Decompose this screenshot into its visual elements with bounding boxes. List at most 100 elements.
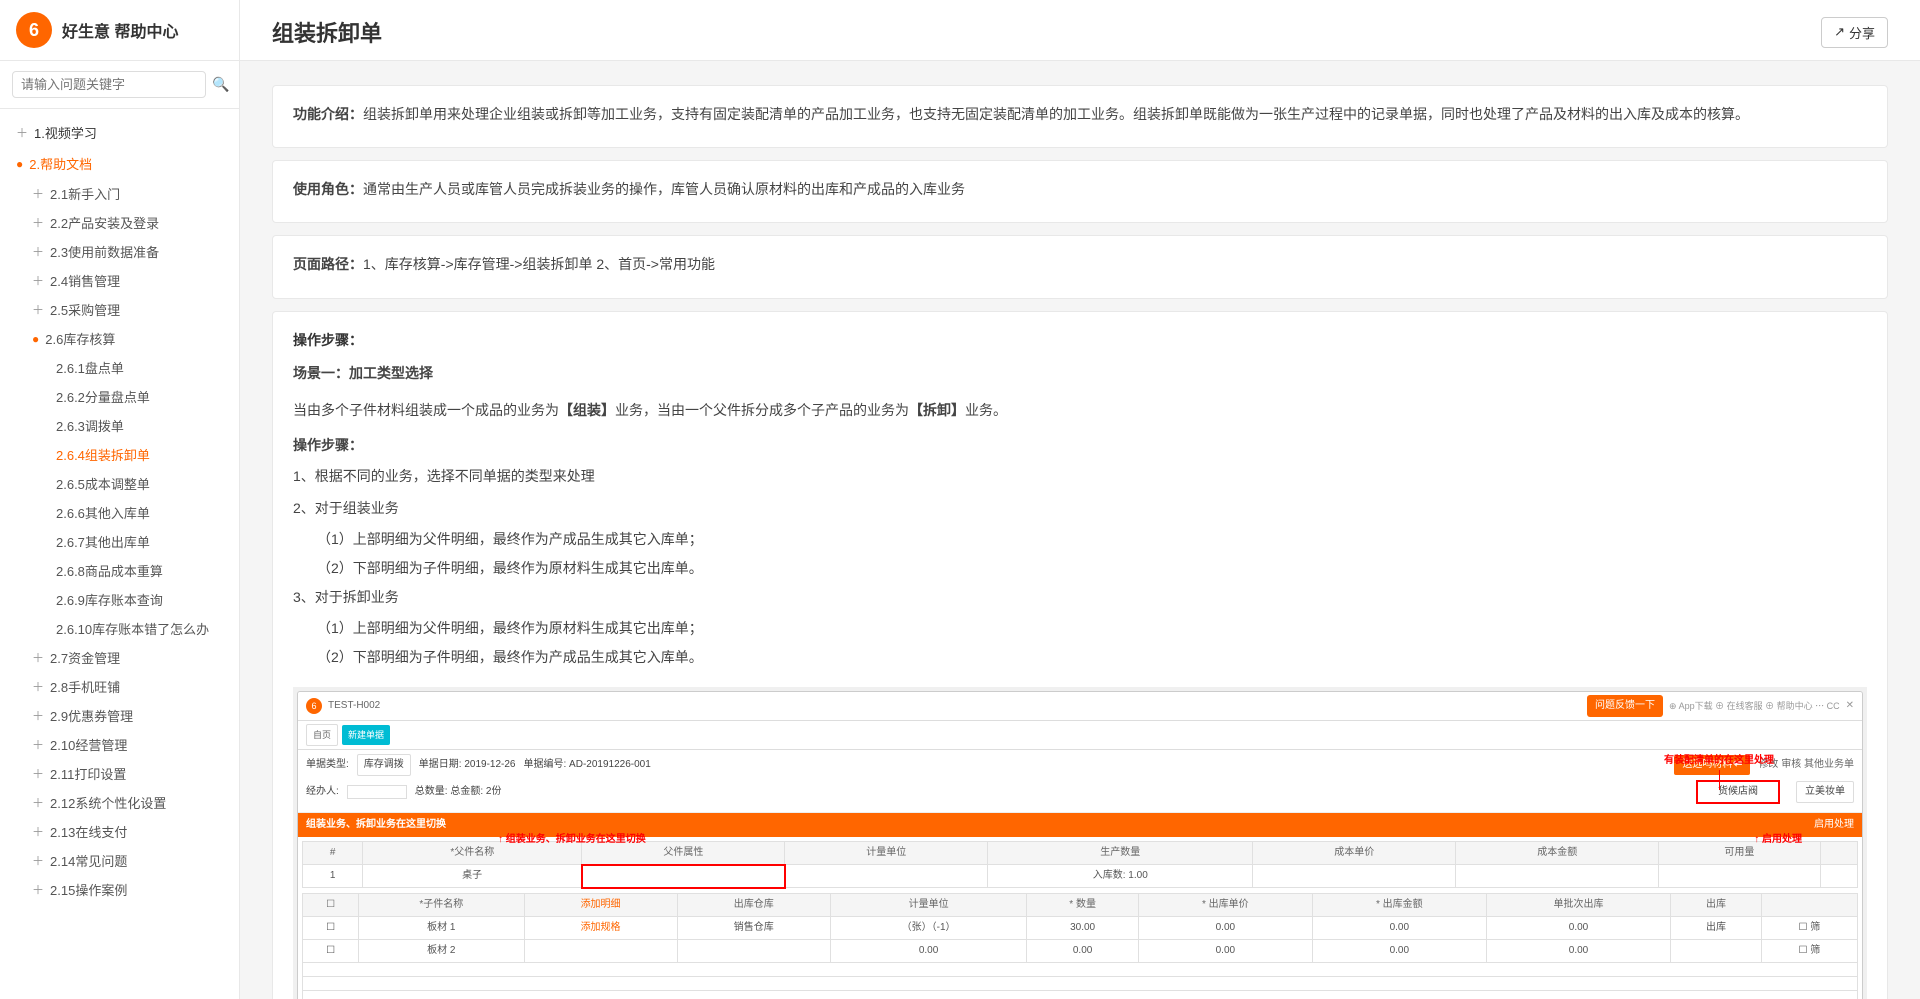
mini-test-id: TEST-H002 <box>328 697 380 715</box>
path-text: 1、库存核算->库存管理->组装拆卸单 2、首页->常用功能 <box>363 256 715 272</box>
expand-icon-24: ＋ <box>32 272 44 289</box>
td2-1-batch: 0.00 <box>1486 916 1670 939</box>
mini-lower-table: ☐ *子件名称 添加明细 出库仓库 计量单位 * 数量 * 出库单价 * 出库金… <box>302 893 1858 999</box>
nav-item-26[interactable]: ● 2.6库存核算 <box>24 324 239 353</box>
mini-switch-label: 组装业务、拆卸业务在这里切换 <box>306 816 446 834</box>
nav-item-22[interactable]: ＋ 2.2产品安装及登录 <box>24 208 239 237</box>
nav-item-210[interactable]: ＋ 2.10经营管理 <box>24 730 239 759</box>
nav-item-29[interactable]: ＋ 2.9优惠券管理 <box>24 701 239 730</box>
td2-1-warehouse: 销售仓库 <box>677 916 830 939</box>
expand-icon-27: ＋ <box>32 649 44 666</box>
td2-1-action: ☐ 筛 <box>1761 916 1857 939</box>
mini-tab-home[interactable]: 自页 <box>306 724 338 746</box>
step3-sub1: （1）上部明细为父件明细，最终作为原材料生成其它出库单； <box>317 616 1867 641</box>
nav-item-215[interactable]: ＋ 2.15操作案例 <box>24 875 239 904</box>
td2-2-goods: 板材 2 <box>359 939 524 962</box>
nav-sub-26: 2.6.1盘点单 2.6.2分量盘点单 2.6.3调拨单 2.6.4组装拆卸单 … <box>24 353 239 643</box>
main-content: 组装拆卸单 ↗ 分享 功能介绍：组装拆卸单用来处理企业组装或拆卸等加工业务，支持… <box>240 0 1920 999</box>
share-button[interactable]: ↗ 分享 <box>1821 17 1888 48</box>
nav-label-27: 2.7资金管理 <box>50 648 120 667</box>
search-input[interactable] <box>12 71 206 98</box>
collapse-icon-26: ● <box>32 332 39 346</box>
nav-item-263[interactable]: 2.6.3调拨单 <box>48 411 239 440</box>
td2-5-empty <box>303 990 1858 999</box>
nav-item-268[interactable]: 2.6.8商品成本重算 <box>48 556 239 585</box>
mini-type-value[interactable]: 库存调拨 <box>357 754 411 776</box>
td2-2-ops <box>1671 939 1762 962</box>
mini-field-date: 单据日期: 2019-12-26 <box>419 756 516 774</box>
nav-item-265[interactable]: 2.6.5成本调整单 <box>48 469 239 498</box>
nav-label-video: 1.视频学习 <box>34 123 97 142</box>
th2-sku: 添加明细 <box>524 893 677 916</box>
nav-label-2610: 2.6.10库存账本错了怎么办 <box>56 619 209 638</box>
nav-label-21: 2.1新手入门 <box>50 184 120 203</box>
td-avail <box>1659 865 1821 888</box>
nav-item-267[interactable]: 2.6.7其他出库单 <box>48 527 239 556</box>
td2-1-unit-cost: 0.00 <box>1312 916 1486 939</box>
nav-item-25[interactable]: ＋ 2.5采购管理 <box>24 295 239 324</box>
mini-btn-confirm[interactable]: 立美妆单 <box>1796 781 1854 803</box>
nav-item-28[interactable]: ＋ 2.8手机旺铺 <box>24 672 239 701</box>
nav-sub-docs: ＋ 2.1新手入门 ＋ 2.2产品安装及登录 ＋ 2.3使用前数据准备 ＋ 2.… <box>0 179 239 904</box>
nav-item-video[interactable]: ＋ 1.视频学习 <box>0 117 239 148</box>
nav-label-29: 2.9优惠券管理 <box>50 706 133 725</box>
table-row: 1 桌子 入库数: 1.00 <box>303 865 1858 888</box>
nav-item-214[interactable]: ＋ 2.14常见问题 <box>24 846 239 875</box>
nav-item-2610[interactable]: 2.6.10库存账本错了怎么办 <box>48 614 239 643</box>
expand-icon-28: ＋ <box>32 678 44 695</box>
screenshot-container: 6 TEST-H002 问题反馈一下 ⊕ App下载 ⊕ 在线客服 ⊕ 帮助中心… <box>293 687 1867 999</box>
nav-item-261[interactable]: 2.6.1盘点单 <box>48 353 239 382</box>
feature-intro-label: 功能介绍： <box>293 106 363 122</box>
mini-close-icon: ✕ <box>1846 697 1854 715</box>
annotation-enable: ↑ 启用处理 <box>1754 831 1802 849</box>
feature-intro-card: 功能介绍：组装拆卸单用来处理企业组装或拆卸等加工业务，支持有固定装配清单的产品加… <box>272 85 1888 148</box>
nav-item-23[interactable]: ＋ 2.3使用前数据准备 <box>24 237 239 266</box>
nav-item-269[interactable]: 2.6.9库存账本查询 <box>48 585 239 614</box>
annotation-switch: ↑ 组装业务、拆卸业务在这里切换 <box>498 831 646 849</box>
expand-icon: ＋ <box>16 124 28 141</box>
nav-item-264[interactable]: 2.6.4组装拆卸单 <box>48 440 239 469</box>
td-goods: 桌子 <box>363 865 582 888</box>
mini-field-type: 单据类型: <box>306 756 349 774</box>
mini-worker-input[interactable] <box>347 785 407 799</box>
td2-1-ops: 出库 <box>1671 916 1762 939</box>
mini-tab-new[interactable]: 新建单据 <box>342 725 390 745</box>
mini-icons: ⊕ App下载 ⊕ 在线客服 ⊕ 帮助中心 ⋯ CC <box>1669 698 1840 714</box>
expand-icon-212: ＋ <box>32 794 44 811</box>
th-num: # <box>303 841 363 865</box>
step2: 2、对于组装业务 <box>293 496 1867 521</box>
ops-steps-sublabel: 操作步骤： <box>293 433 1867 458</box>
search-button[interactable]: 🔍 <box>212 76 229 93</box>
ops-card: 操作步骤： 场景一：加工类型选择 当由多个子件材料组装成一个成品的业务为【组装】… <box>272 311 1888 999</box>
nav-item-211[interactable]: ＋ 2.11打印设置 <box>24 759 239 788</box>
nav-item-docs[interactable]: ● 2.帮助文档 <box>0 148 239 179</box>
nav-item-212[interactable]: ＋ 2.12系统个性化设置 <box>24 788 239 817</box>
nav-item-262[interactable]: 2.6.2分量盘点单 <box>48 382 239 411</box>
nav-item-266[interactable]: 2.6.6其他入库单 <box>48 498 239 527</box>
mini-lower-table-container: ☐ *子件名称 添加明细 出库仓库 计量单位 * 数量 * 出库单价 * 出库金… <box>302 893 1858 999</box>
td2-2-unit: 0.00 <box>830 939 1027 962</box>
collapse-icon: ● <box>16 157 23 171</box>
nav-item-21[interactable]: ＋ 2.1新手入门 <box>24 179 239 208</box>
mini-field-count: 总数量: 总金额: 2份 <box>415 783 502 801</box>
nav-label-268: 2.6.8商品成本重算 <box>56 561 163 580</box>
nav-label-264: 2.6.4组装拆卸单 <box>56 445 150 464</box>
th-ops <box>1820 841 1857 865</box>
nav-label-28: 2.8手机旺铺 <box>50 677 120 696</box>
nav-label-261: 2.6.1盘点单 <box>56 358 124 377</box>
nav-label-213: 2.13在线支付 <box>50 822 127 841</box>
expand-icon-215: ＋ <box>32 881 44 898</box>
nav-label-263: 2.6.3调拨单 <box>56 416 124 435</box>
nav-item-24[interactable]: ＋ 2.4销售管理 <box>24 266 239 295</box>
th2-unit: 计量单位 <box>830 893 1027 916</box>
expand-icon-29: ＋ <box>32 707 44 724</box>
mini-badge: 问题反馈一下 <box>1587 695 1663 717</box>
nav-item-27[interactable]: ＋ 2.7资金管理 <box>24 643 239 672</box>
td2-2-sku <box>524 939 677 962</box>
nav-item-213[interactable]: ＋ 2.13在线支付 <box>24 817 239 846</box>
td2-2-warehouse <box>677 939 830 962</box>
mini-extra: 启用处理 <box>1814 816 1854 834</box>
expand-icon-23: ＋ <box>32 243 44 260</box>
mini-type-switch-bar: 组装业务、拆卸业务在这里切换 启用处理 ↑ 组装业务、拆卸业务在这里切换 ↑ 启… <box>298 813 1862 837</box>
td2-2-qty: 0.00 <box>1027 939 1138 962</box>
